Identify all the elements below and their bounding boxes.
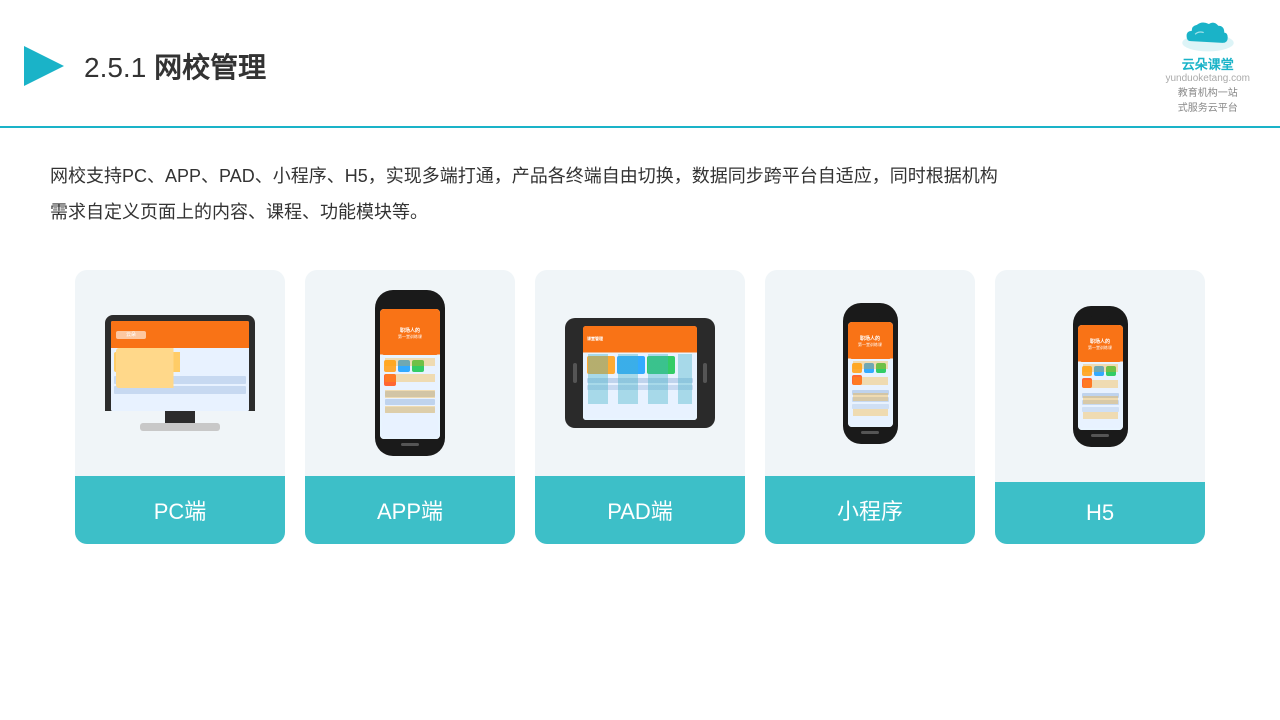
card-pad: 课堂管理 xyxy=(535,270,745,544)
card-h5-label: H5 xyxy=(995,482,1205,544)
logo-area: 云朵课堂 yunduoketang.com 教育机构一站 式服务云平台 xyxy=(1165,18,1250,114)
header-left: 2.5.1 网校管理 xyxy=(20,42,266,90)
card-pad-label: PAD端 xyxy=(535,476,745,544)
logo-icon xyxy=(1178,18,1238,54)
card-pc-label: PC端 xyxy=(75,476,285,544)
card-miniprogram: 职场人的 第一堂训练课 xyxy=(765,270,975,544)
h5-phone-mockup: 职场人的 第一堂训练课 xyxy=(1073,306,1128,447)
cards-section: 云朵 PC端 xyxy=(0,240,1280,564)
page-title: 2.5.1 网校管理 xyxy=(84,46,266,86)
card-pad-image: 课堂管理 xyxy=(535,270,745,476)
card-h5-image: 职场人的 第一堂训练课 xyxy=(995,270,1205,482)
card-miniprogram-label: 小程序 xyxy=(765,476,975,544)
desc-line2: 需求自定义页面上的内容、课程、功能模块等。 xyxy=(50,194,1230,230)
logo-name: 云朵课堂 xyxy=(1182,54,1234,73)
card-app-image: 职场人的 第一堂训练课 xyxy=(305,270,515,476)
pad-tablet-mockup: 课堂管理 xyxy=(565,318,715,428)
card-app-label: APP端 xyxy=(305,476,515,544)
logo-tagline: 教育机构一站 式服务云平台 xyxy=(1178,84,1238,114)
header: 2.5.1 网校管理 云朵课堂 yunduoketang.com 教育机构一站 … xyxy=(0,0,1280,128)
logo-url: yunduoketang.com xyxy=(1165,73,1250,84)
pc-mockup: 云朵 xyxy=(105,315,255,431)
desc-line1: 网校支持PC、APP、PAD、小程序、H5，实现多端打通，产品各终端自由切换，数… xyxy=(50,158,1230,194)
description: 网校支持PC、APP、PAD、小程序、H5，实现多端打通，产品各终端自由切换，数… xyxy=(0,128,1280,240)
card-pc: 云朵 PC端 xyxy=(75,270,285,544)
card-h5: 职场人的 第一堂训练课 xyxy=(995,270,1205,544)
card-pc-image: 云朵 xyxy=(75,270,285,476)
miniprogram-phone-mockup: 职场人的 第一堂训练课 xyxy=(843,303,898,444)
card-miniprogram-image: 职场人的 第一堂训练课 xyxy=(765,270,975,476)
card-app: 职场人的 第一堂训练课 xyxy=(305,270,515,544)
app-phone-mockup: 职场人的 第一堂训练课 xyxy=(375,290,445,456)
play-icon xyxy=(20,42,68,90)
